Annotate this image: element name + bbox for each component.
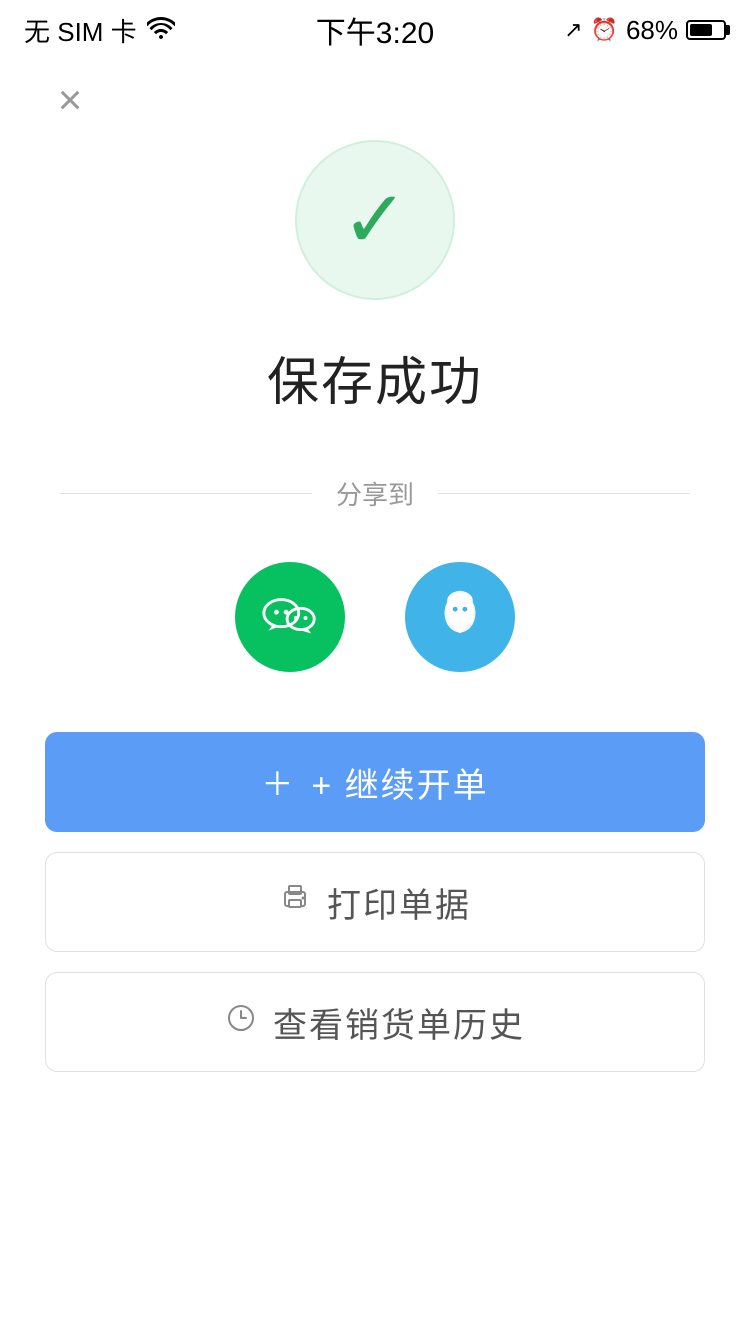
share-label: 分享到 bbox=[312, 475, 438, 512]
history-label: 查看销货单历史 bbox=[273, 998, 525, 1047]
wechat-icon bbox=[259, 586, 321, 648]
no-sim-text: 无 SIM 卡 bbox=[24, 12, 137, 49]
share-section: 分享到 bbox=[0, 475, 750, 672]
battery-icon bbox=[686, 20, 726, 40]
alarm-icon: ⏰ bbox=[591, 17, 618, 43]
qq-share-button[interactable] bbox=[405, 562, 515, 672]
history-icon bbox=[225, 1002, 257, 1042]
share-icons-container bbox=[235, 562, 515, 672]
close-button[interactable]: × bbox=[40, 70, 100, 130]
checkmark-icon: ✓ bbox=[341, 180, 408, 260]
wechat-share-button[interactable] bbox=[235, 562, 345, 672]
continue-button[interactable]: ＋ + 继续开单 bbox=[45, 732, 705, 832]
status-left: 无 SIM 卡 bbox=[24, 12, 175, 49]
status-bar: 无 SIM 卡 下午3:20 ↗ ⏰ 68% bbox=[0, 0, 750, 60]
success-title: 保存成功 bbox=[267, 340, 483, 415]
wifi-icon bbox=[147, 15, 175, 46]
main-content: ✓ 保存成功 分享到 bbox=[0, 60, 750, 1072]
success-circle: ✓ bbox=[295, 140, 455, 300]
battery-percent: 68% bbox=[626, 15, 678, 46]
qq-icon bbox=[429, 584, 491, 651]
action-buttons: ＋ + 继续开单 打印单据 查看销货单历 bbox=[45, 732, 705, 1072]
divider-right bbox=[438, 493, 690, 494]
plus-icon: ＋ bbox=[261, 759, 295, 805]
print-button[interactable]: 打印单据 bbox=[45, 852, 705, 952]
print-label: 打印单据 bbox=[327, 878, 471, 927]
status-time: 下午3:20 bbox=[316, 8, 434, 52]
print-icon bbox=[279, 882, 311, 922]
continue-label: + 继续开单 bbox=[311, 758, 488, 807]
history-button[interactable]: 查看销货单历史 bbox=[45, 972, 705, 1072]
status-right: ↗ ⏰ 68% bbox=[564, 15, 726, 46]
share-divider: 分享到 bbox=[0, 475, 750, 512]
close-icon: × bbox=[58, 79, 83, 121]
location-icon: ↗ bbox=[564, 17, 582, 43]
divider-left bbox=[60, 493, 312, 494]
